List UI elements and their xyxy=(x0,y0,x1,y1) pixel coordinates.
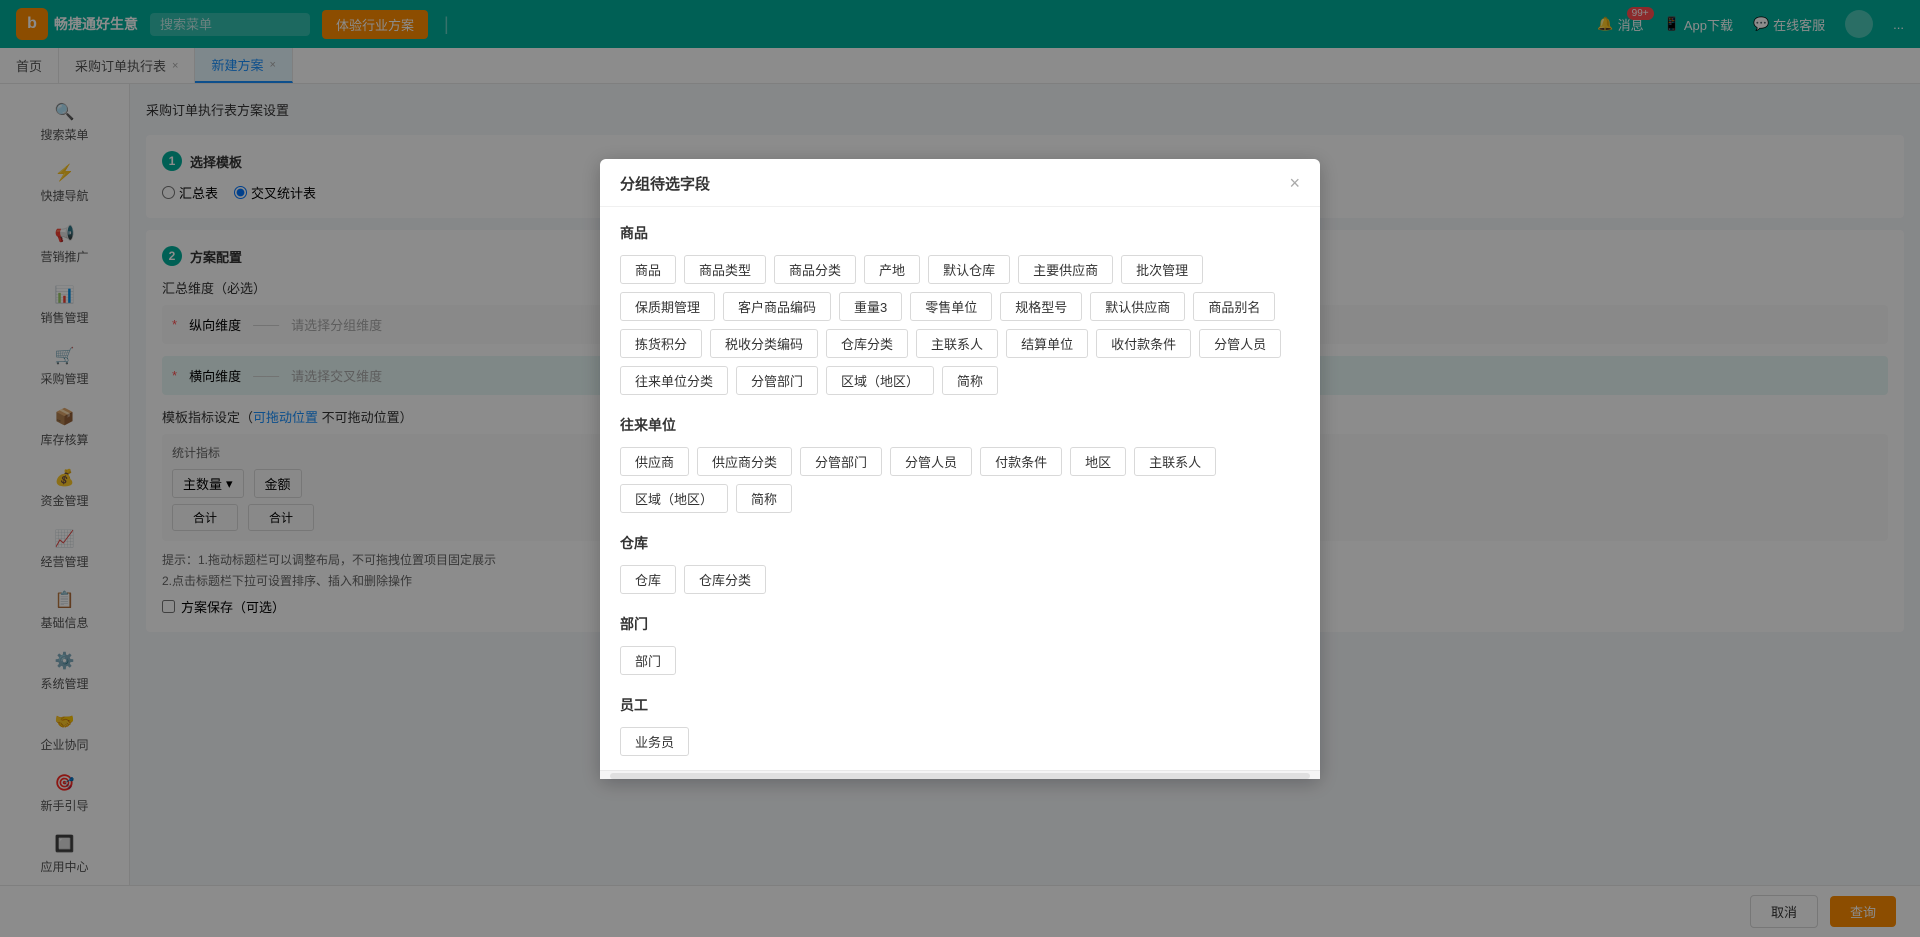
field-tag-warehouse-category[interactable]: 仓库分类 xyxy=(684,565,766,594)
field-group-goods: 商品 商品 商品类型 商品分类 产地 默认仓库 主要供应商 批次管理 保质期管理… xyxy=(620,223,1300,395)
field-tag-short-name2[interactable]: 简称 xyxy=(736,484,792,513)
field-tag-retail-unit[interactable]: 零售单位 xyxy=(910,292,992,321)
field-group-department-title: 部门 xyxy=(620,614,1300,634)
field-tag-customer-code[interactable]: 客户商品编码 xyxy=(723,292,831,321)
field-tag-default-warehouse[interactable]: 默认仓库 xyxy=(928,255,1010,284)
field-tag-dept[interactable]: 分管部门 xyxy=(736,366,818,395)
field-tag-goods-alias[interactable]: 商品别名 xyxy=(1193,292,1275,321)
field-tag-warehouse[interactable]: 仓库 xyxy=(620,565,676,594)
field-select-dialog: 分组待选字段 × 商品 商品 商品类型 商品分类 产地 默认仓库 主要供应商 批… xyxy=(600,159,1320,779)
field-tag-expiry-mgmt[interactable]: 保质期管理 xyxy=(620,292,715,321)
field-tags-warehouse: 仓库 仓库分类 xyxy=(620,565,1300,594)
field-group-goods-title: 商品 xyxy=(620,223,1300,243)
field-tag-weight[interactable]: 重量3 xyxy=(839,292,902,321)
field-tag-supervisor[interactable]: 分管人员 xyxy=(1199,329,1281,358)
field-tag-payment-terms[interactable]: 收付款条件 xyxy=(1096,329,1191,358)
field-tag-payment-cond[interactable]: 付款条件 xyxy=(980,447,1062,476)
field-tag-supervise-dept[interactable]: 分管部门 xyxy=(800,447,882,476)
dialog-overlay: 分组待选字段 × 商品 商品 商品类型 商品分类 产地 默认仓库 主要供应商 批… xyxy=(0,0,1920,937)
field-tag-pick-points[interactable]: 拣货积分 xyxy=(620,329,702,358)
field-group-department: 部门 部门 xyxy=(620,614,1300,675)
field-tag-department[interactable]: 部门 xyxy=(620,646,676,675)
dialog-body: 商品 商品 商品类型 商品分类 产地 默认仓库 主要供应商 批次管理 保质期管理… xyxy=(600,207,1320,771)
field-tags-goods: 商品 商品类型 商品分类 产地 默认仓库 主要供应商 批次管理 保质期管理 客户… xyxy=(620,255,1300,395)
field-group-warehouse: 仓库 仓库 仓库分类 xyxy=(620,533,1300,594)
dialog-header: 分组待选字段 × xyxy=(600,159,1320,207)
field-tag-region[interactable]: 区域（地区） xyxy=(826,366,934,395)
field-group-employee: 员工 业务员 xyxy=(620,695,1300,756)
field-tag-origin[interactable]: 产地 xyxy=(864,255,920,284)
field-tag-supplier[interactable]: 供应商 xyxy=(620,447,689,476)
field-tag-region2[interactable]: 区域（地区） xyxy=(620,484,728,513)
dialog-title: 分组待选字段 xyxy=(620,173,710,194)
field-tags-employee: 业务员 xyxy=(620,727,1300,756)
field-tag-warehouse-cat[interactable]: 仓库分类 xyxy=(826,329,908,358)
field-tag-settlement-unit[interactable]: 结算单位 xyxy=(1006,329,1088,358)
field-tag-area[interactable]: 地区 xyxy=(1070,447,1126,476)
field-group-employee-title: 员工 xyxy=(620,695,1300,715)
field-tag-spec-model[interactable]: 规格型号 xyxy=(1000,292,1082,321)
field-tag-supplier-cat[interactable]: 供应商分类 xyxy=(697,447,792,476)
field-tags-counterpart: 供应商 供应商分类 分管部门 分管人员 付款条件 地区 主联系人 区域（地区） … xyxy=(620,447,1300,513)
dialog-close-btn[interactable]: × xyxy=(1289,174,1300,192)
field-tag-main-contact2[interactable]: 主联系人 xyxy=(1134,447,1216,476)
field-tag-tax-code[interactable]: 税收分类编码 xyxy=(710,329,818,358)
field-tag-salesperson[interactable]: 业务员 xyxy=(620,727,689,756)
field-tag-supervise-person[interactable]: 分管人员 xyxy=(890,447,972,476)
field-group-counterpart-title: 往来单位 xyxy=(620,415,1300,435)
dialog-hscroll[interactable] xyxy=(600,770,1320,778)
field-tag-main-supplier[interactable]: 主要供应商 xyxy=(1018,255,1113,284)
field-tags-department: 部门 xyxy=(620,646,1300,675)
field-group-counterpart: 往来单位 供应商 供应商分类 分管部门 分管人员 付款条件 地区 主联系人 区域… xyxy=(620,415,1300,513)
field-tag-batch-mgmt[interactable]: 批次管理 xyxy=(1121,255,1203,284)
field-tag-main-contact[interactable]: 主联系人 xyxy=(916,329,998,358)
field-tag-default-supplier[interactable]: 默认供应商 xyxy=(1090,292,1185,321)
field-tag-short-name[interactable]: 简称 xyxy=(942,366,998,395)
field-tag-goods-category[interactable]: 商品分类 xyxy=(774,255,856,284)
field-group-warehouse-title: 仓库 xyxy=(620,533,1300,553)
field-tag-goods-type[interactable]: 商品类型 xyxy=(684,255,766,284)
field-tag-counterpart-cat[interactable]: 往来单位分类 xyxy=(620,366,728,395)
field-tag-goods[interactable]: 商品 xyxy=(620,255,676,284)
